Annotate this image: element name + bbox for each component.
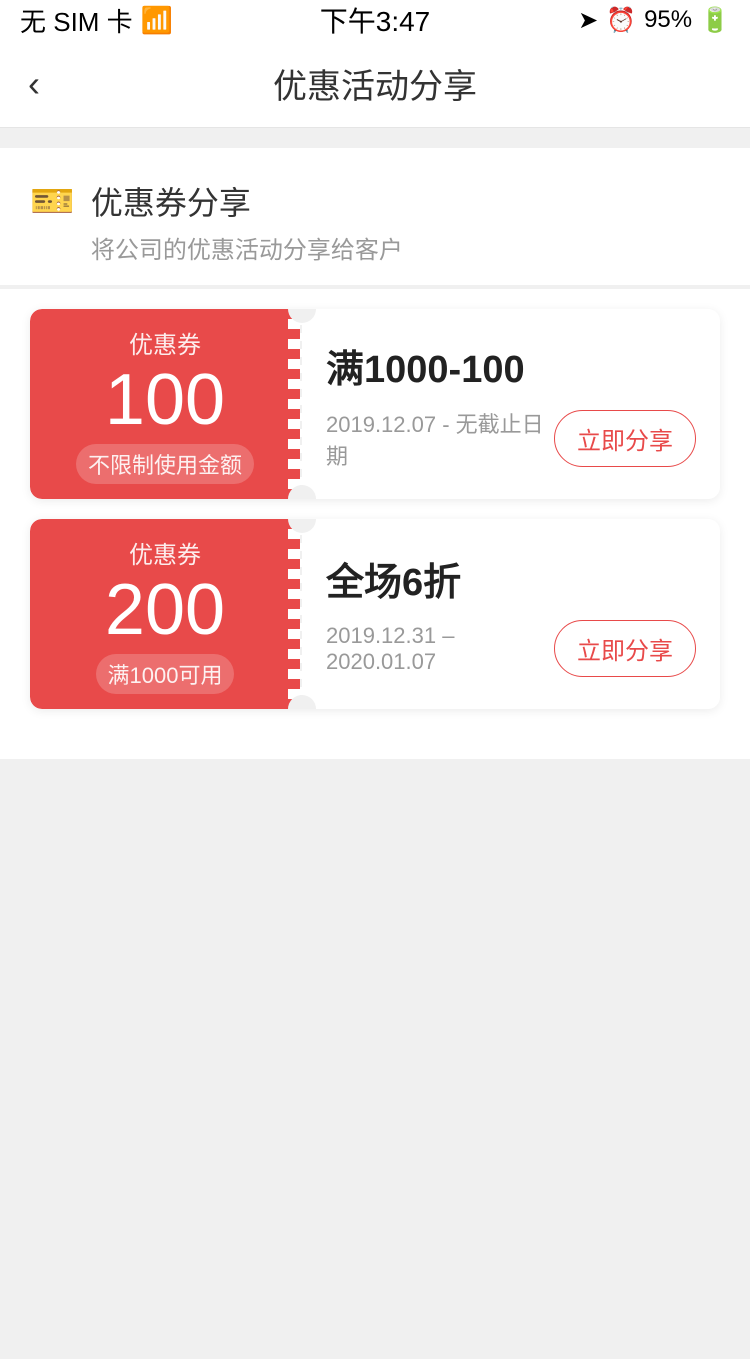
section-subtitle: 将公司的优惠活动分享给客户 xyxy=(91,230,403,265)
status-left: 无 SIM 卡 📶 xyxy=(20,2,173,39)
section-title: 优惠券分享 xyxy=(91,178,403,224)
coupon-separator-2 xyxy=(300,519,302,709)
coupon-label-2: 优惠券 xyxy=(129,535,201,570)
coupon-separator-1 xyxy=(300,309,302,499)
alarm-icon: ⏰ xyxy=(606,6,636,35)
coupon-date-1: 2019.12.07 - 无截止日期 xyxy=(326,407,544,471)
coupon-left-2: 优惠券 200 满1000可用 xyxy=(30,519,300,709)
back-button[interactable]: ‹ xyxy=(28,63,40,105)
coupon-date-2: 2019.12.31 – 2020.01.07 xyxy=(326,623,544,675)
status-time: 下午3:47 xyxy=(320,0,431,40)
coupon-left-1: 优惠券 100 不限制使用金额 xyxy=(30,309,300,499)
section-header: 🎫 优惠券分享 将公司的优惠活动分享给客户 xyxy=(0,148,750,285)
coupon-list: 优惠券 100 不限制使用金额 满1000-100 2019.12.07 - 无… xyxy=(0,289,750,759)
status-bar: 无 SIM 卡 📶 下午3:47 ➤ ⏰ 95% 🔋 xyxy=(0,0,750,40)
coupon-condition-1: 不限制使用金额 xyxy=(76,444,254,484)
share-button-1[interactable]: 立即分享 xyxy=(554,410,696,467)
location-icon: ➤ xyxy=(578,6,598,35)
section-icon: 🎫 xyxy=(30,180,75,222)
coupon-right-1: 满1000-100 2019.12.07 - 无截止日期 立即分享 xyxy=(302,309,720,499)
nav-title: 优惠活动分享 xyxy=(273,59,477,108)
coupon-right-2: 全场6折 2019.12.31 – 2020.01.07 立即分享 xyxy=(302,519,720,709)
coupon-item-1: 优惠券 100 不限制使用金额 满1000-100 2019.12.07 - 无… xyxy=(30,309,720,499)
coupon-name-1: 满1000-100 xyxy=(326,338,696,393)
coupon-name-2: 全场6折 xyxy=(326,551,696,606)
battery-text: 95% xyxy=(644,6,692,34)
coupon-item-2: 优惠券 200 满1000可用 全场6折 2019.12.31 – 2020.0… xyxy=(30,519,720,709)
empty-area xyxy=(0,759,750,1359)
status-right: ➤ ⏰ 95% 🔋 xyxy=(578,6,730,35)
carrier-text: 无 SIM 卡 xyxy=(20,2,133,39)
coupon-meta-2: 2019.12.31 – 2020.01.07 立即分享 xyxy=(326,620,696,677)
coupon-condition-2: 满1000可用 xyxy=(96,654,235,694)
section-info: 优惠券分享 将公司的优惠活动分享给客户 xyxy=(91,178,403,265)
share-button-2[interactable]: 立即分享 xyxy=(554,620,696,677)
nav-bar: ‹ 优惠活动分享 xyxy=(0,40,750,128)
coupon-meta-1: 2019.12.07 - 无截止日期 立即分享 xyxy=(326,407,696,471)
wifi-icon: 📶 xyxy=(141,5,173,36)
coupon-label-1: 优惠券 xyxy=(129,325,201,360)
battery-icon: 🔋 xyxy=(700,6,730,35)
coupon-amount-1: 100 xyxy=(105,364,225,436)
coupon-amount-2: 200 xyxy=(105,574,225,646)
